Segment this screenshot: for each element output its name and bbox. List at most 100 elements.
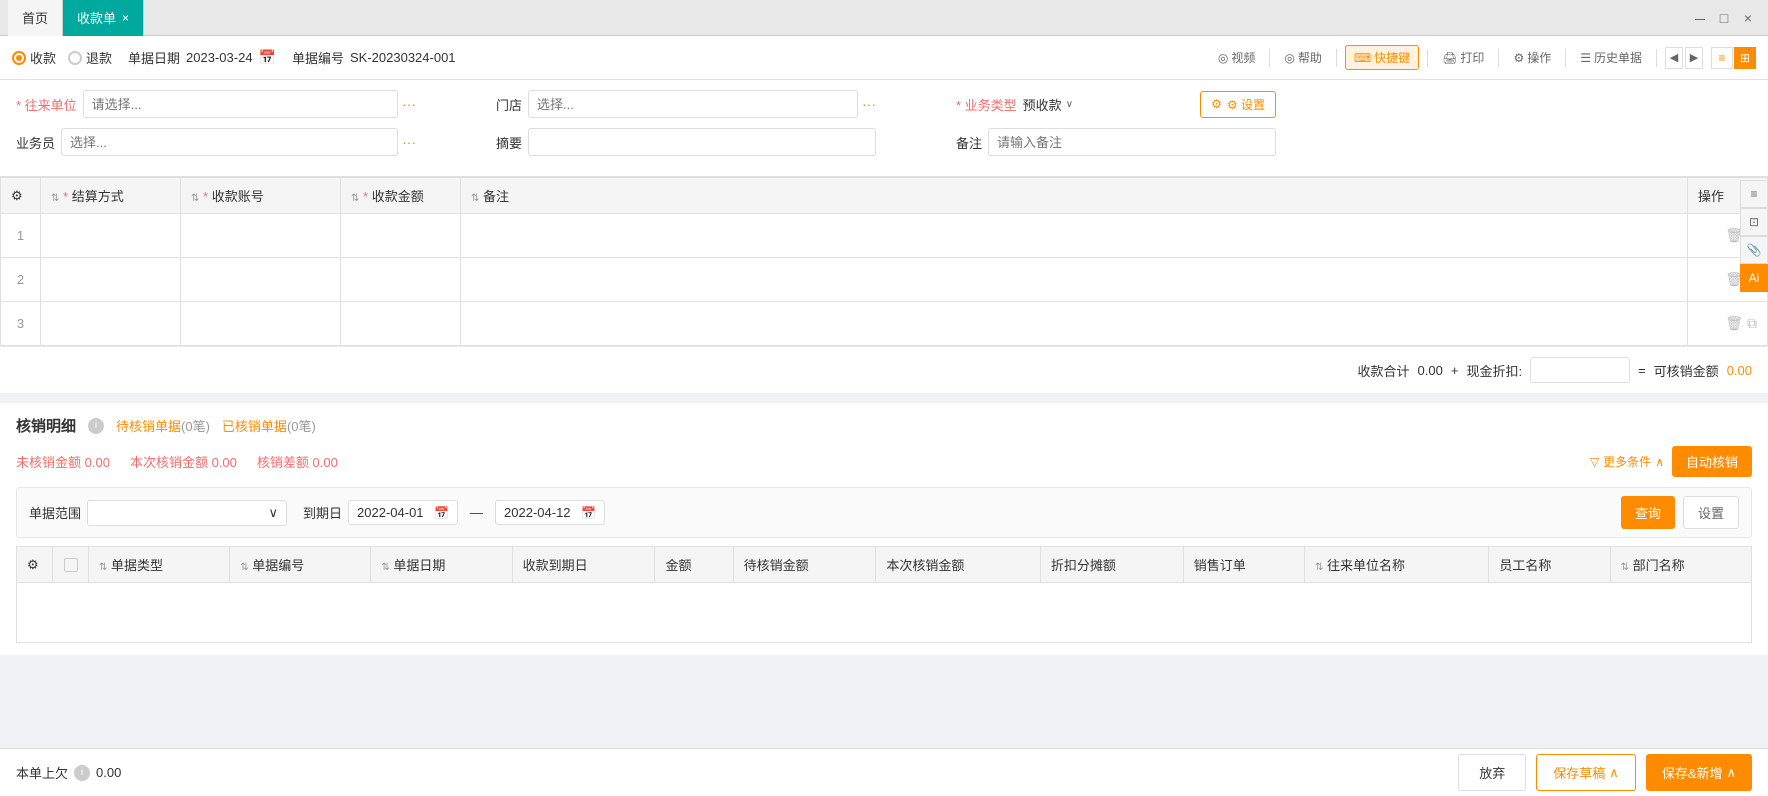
abandon-button[interactable]: 放弃	[1458, 754, 1526, 791]
next-arrow[interactable]: ▶	[1685, 47, 1703, 69]
verification-header: 核销明细 i 待核销单据(0笔) 已核销单据(0笔)	[16, 415, 1752, 436]
receipt-type-group: 收款 退款	[12, 48, 112, 67]
sub-table-empty-row	[17, 583, 1752, 643]
save-new-button[interactable]: 保存&新增 ∧	[1646, 754, 1752, 791]
operation-icon: ⚙	[1513, 51, 1524, 65]
nav-arrows: ◀ ▶	[1665, 47, 1703, 69]
sub-th-checkbox[interactable]	[53, 547, 89, 583]
row-account-2[interactable]	[181, 258, 341, 302]
right-panel-form-icon[interactable]: ⊡	[1740, 208, 1768, 236]
list-layout-icon[interactable]: ≡	[1711, 47, 1733, 69]
sort-icon-settle[interactable]: ⇅	[51, 193, 59, 204]
row-amount-2[interactable]	[341, 258, 461, 302]
save-draft-button[interactable]: 保存草稿 ∧	[1536, 754, 1636, 791]
prev-arrow[interactable]: ◀	[1665, 47, 1683, 69]
counterpart-more-icon[interactable]: ···	[402, 96, 416, 112]
query-button[interactable]: 查询	[1621, 496, 1675, 529]
right-panel-table-icon[interactable]: ≡	[1740, 180, 1768, 208]
row-remark-1[interactable]	[461, 214, 1688, 258]
sub-th-staff: 员工名称	[1489, 547, 1610, 583]
calendar-to-icon: 📅	[581, 506, 596, 520]
sub-sort-type[interactable]: ⇅	[99, 562, 107, 573]
row-settle-3[interactable]	[41, 302, 181, 346]
row-account-1[interactable]	[181, 214, 341, 258]
maximize-button[interactable]: □	[1716, 10, 1732, 26]
shortcut-button[interactable]: ⌨ 快捷键	[1345, 45, 1419, 70]
sub-sort-counterpart[interactable]: ⇅	[1315, 562, 1323, 573]
net-label: 可核销金额	[1654, 361, 1719, 380]
store-more-icon[interactable]: ···	[862, 96, 876, 112]
counterpart-input[interactable]	[83, 90, 398, 118]
sub-sort-dept[interactable]: ⇅	[1621, 562, 1629, 573]
more-conditions-button[interactable]: ▽ 更多条件 ∧	[1590, 453, 1664, 470]
copy-icon-3[interactable]: ⧉	[1747, 315, 1757, 332]
row-remark-3[interactable]	[461, 302, 1688, 346]
radio-receive[interactable]: 收款	[12, 48, 56, 67]
total-label: 收款合计	[1358, 361, 1410, 380]
date-from-input[interactable]: 2022-04-01 📅	[348, 500, 458, 525]
row-settle-2[interactable]	[41, 258, 181, 302]
radio-receive-dot	[12, 51, 26, 65]
tab-close-icon[interactable]: ×	[122, 11, 129, 25]
section-divider	[0, 393, 1768, 403]
auto-verification-button[interactable]: 自动核销	[1672, 446, 1752, 477]
row-amount-1[interactable]	[341, 214, 461, 258]
setting-button[interactable]: ⚙ ⚙ 设置	[1200, 91, 1276, 118]
print-button[interactable]: 🖨 打印	[1436, 46, 1490, 69]
tab-receipt[interactable]: 收款单 ×	[63, 0, 144, 36]
range-select[interactable]: ∨	[87, 500, 287, 526]
grid-layout-icon[interactable]: ⊞	[1734, 47, 1756, 69]
business-type-select[interactable]: 预收款 ∨	[1023, 95, 1073, 114]
bottom-info-icon[interactable]: i	[74, 765, 90, 781]
window-controls: － □ ×	[1692, 10, 1760, 26]
staff-input[interactable]	[61, 128, 398, 156]
radio-refund[interactable]: 退款	[68, 48, 112, 67]
note-input[interactable]	[988, 128, 1276, 156]
history-button[interactable]: ☰ 历史单据	[1574, 46, 1648, 69]
discount-input[interactable]	[1530, 357, 1630, 383]
calendar-from-icon: 📅	[434, 506, 449, 520]
date-to-input[interactable]: 2022-04-12 📅	[495, 500, 605, 525]
right-panel-clip-icon[interactable]: 📎	[1740, 236, 1768, 264]
row-settle-1[interactable]	[41, 214, 181, 258]
range-filter-field: 单据范围 ∨	[29, 500, 287, 526]
sort-icon-account[interactable]: ⇅	[191, 193, 199, 204]
close-button[interactable]: ×	[1740, 10, 1756, 26]
operation-button[interactable]: ⚙ 操作	[1507, 46, 1557, 69]
tab-home[interactable]: 首页	[8, 0, 63, 36]
row-remark-2[interactable]	[461, 258, 1688, 302]
staff-field: 业务员 ···	[16, 128, 416, 156]
help-button[interactable]: ◎ 帮助	[1278, 46, 1328, 69]
row-account-3[interactable]	[181, 302, 341, 346]
th-gear[interactable]: ⚙	[1, 178, 41, 214]
filter-setting-button[interactable]: 设置	[1683, 496, 1739, 529]
setting-gear-icon: ⚙	[1211, 97, 1222, 111]
staff-more-icon[interactable]: ···	[402, 134, 416, 150]
pending-tab[interactable]: 待核销单据(0笔)	[116, 416, 210, 435]
note-field: 备注	[956, 128, 1276, 156]
discount-label: 现金折扣:	[1466, 361, 1522, 380]
delete-icon-3[interactable]: 🗑	[1725, 315, 1743, 332]
calendar-icon[interactable]: 📅	[259, 49, 276, 66]
main-content: 收款 退款 单据日期 2023-03-24 📅 单据编号 SK-20230324…	[0, 36, 1768, 748]
sub-sort-date[interactable]: ⇅	[381, 562, 389, 573]
summary-input[interactable]	[528, 128, 876, 156]
net-value: 0.00	[1727, 363, 1752, 378]
store-input[interactable]	[528, 90, 858, 118]
done-tab[interactable]: 已核销单据(0笔)	[222, 416, 316, 435]
sub-table: ⚙ ⇅ 单据类型 ⇅ 单据编号 ⇅ 单据日期 收款到期	[16, 546, 1752, 643]
th-remark: ⇅ 备注	[461, 178, 1688, 214]
save-new-chevron-icon: ∧	[1726, 765, 1736, 781]
sub-th-counterpart: ⇅ 往来单位名称	[1305, 547, 1489, 583]
sort-icon-remark[interactable]: ⇅	[471, 193, 479, 204]
minimize-button[interactable]: －	[1692, 10, 1708, 26]
row-amount-3[interactable]	[341, 302, 461, 346]
empty-row-cell	[17, 583, 1752, 643]
verification-info-icon[interactable]: i	[88, 418, 104, 434]
header-checkbox[interactable]	[64, 558, 78, 572]
sub-sort-number[interactable]: ⇅	[240, 562, 248, 573]
right-panel-ai-icon[interactable]: Ai	[1740, 264, 1768, 292]
video-button[interactable]: ◎ 视频	[1212, 46, 1262, 69]
sort-icon-amount[interactable]: ⇅	[351, 193, 359, 204]
sub-th-gear[interactable]: ⚙	[17, 547, 53, 583]
